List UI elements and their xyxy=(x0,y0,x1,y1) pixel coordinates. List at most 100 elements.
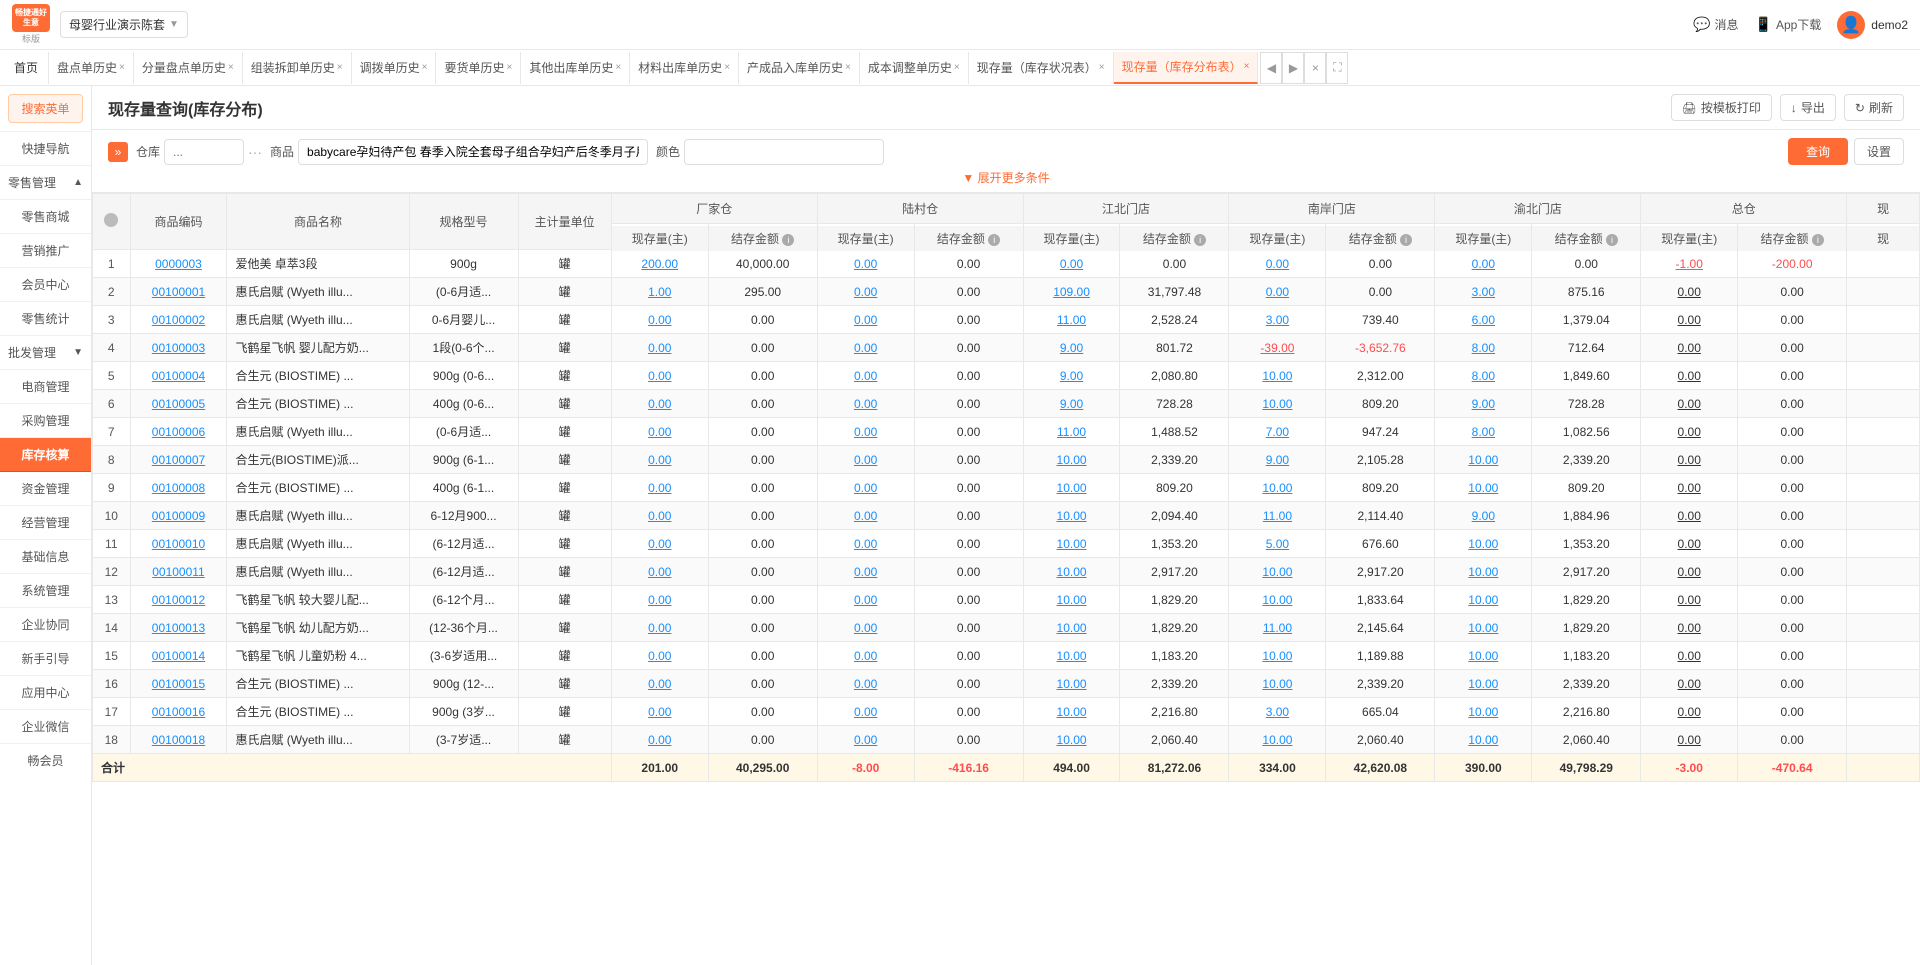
ellipsis-btn[interactable]: ··· xyxy=(248,144,262,160)
sidebar-item-guide[interactable]: 新手引导 xyxy=(0,642,91,676)
tab-item[interactable]: 材料出库单历史 × xyxy=(630,52,739,84)
query-button[interactable]: 查询 xyxy=(1788,138,1848,165)
logo-area: 畅捷通好生意 标版 xyxy=(12,4,50,45)
sidebar-item-marketing[interactable]: 营销推广 xyxy=(0,234,91,268)
message-btn[interactable]: 💬 消息 xyxy=(1693,16,1738,33)
content-area: 现存量查询(库存分布) 🖨 按模板打印 ↓ 导出 ↻ 刷新 » xyxy=(92,86,1920,965)
industry-selector[interactable]: 母婴行业演示陈套 ▼ xyxy=(60,11,188,38)
sidebar-item-purchase[interactable]: 采购管理 xyxy=(0,404,91,438)
table-row: 4 00100003 飞鹤星飞帆 婴儿配方奶... 1段(0-6个... 罐 0… xyxy=(93,334,1920,362)
tab-close-icon[interactable]: × xyxy=(1244,61,1250,72)
color-label: 颜色 xyxy=(656,143,680,160)
tab-close-icon[interactable]: × xyxy=(506,62,512,73)
sidebar-item-operations[interactable]: 经营管理 xyxy=(0,506,91,540)
warehouse-label: 仓库 xyxy=(136,143,160,160)
app-download-btn[interactable]: 📱 App下载 xyxy=(1755,16,1822,33)
tab-item[interactable]: 要货单历史 × xyxy=(436,52,521,84)
sidebar-item-finance[interactable]: 资金管理 xyxy=(0,472,91,506)
tab-nav-next[interactable]: ▶ xyxy=(1282,52,1304,84)
expand-more-btn[interactable]: ▼ 展开更多条件 xyxy=(962,171,1049,185)
tab-fullscreen[interactable]: ⛶ xyxy=(1326,52,1348,84)
quick-nav[interactable]: 快捷导航 xyxy=(0,132,91,166)
sidebar-item-collab[interactable]: 企业协同 xyxy=(0,608,91,642)
tab-close-icon[interactable]: × xyxy=(422,62,428,73)
sidebar: 搜索英单 快捷导航 零售管理▲ 零售商城 营销推广 会员中心 零售统计 批发管理… xyxy=(0,86,92,965)
sidebar-item-retail-stats[interactable]: 零售统计 xyxy=(0,302,91,336)
table-row: 13 00100012 飞鹤星飞帆 较大婴儿配... (6-12个月... 罐 … xyxy=(93,586,1920,614)
sidebar-item-basics[interactable]: 基础信息 xyxy=(0,540,91,574)
table-row: 16 00100015 合生元 (BIOSTIME) ... 900g (12-… xyxy=(93,670,1920,698)
sidebar-item-inventory[interactable]: 库存核算 xyxy=(0,438,91,472)
tab-close-icon[interactable]: × xyxy=(954,62,960,73)
logo-icon: 畅捷通好生意 xyxy=(12,4,50,32)
goods-label: 商品 xyxy=(270,143,294,160)
table-row: 8 00100007 合生元(BIOSTIME)派... 900g (6-1..… xyxy=(93,446,1920,474)
info-icon[interactable]: i xyxy=(1194,234,1206,246)
tab-close-icon[interactable]: × xyxy=(228,62,234,73)
table-row: 15 00100014 飞鹤星飞帆 儿童奶粉 4... (3-6岁适用... 罐… xyxy=(93,642,1920,670)
tab-nav-prev[interactable]: ◀ xyxy=(1260,52,1282,84)
table-row: 10 00100009 惠氏启赋 (Wyeth illu... 6-12月900… xyxy=(93,502,1920,530)
warehouse-input[interactable] xyxy=(164,139,244,165)
info-icon[interactable]: i xyxy=(1812,234,1824,246)
tab-item[interactable]: 其他出库单历史 × xyxy=(521,52,630,84)
table-row: 17 00100016 合生元 (BIOSTIME) ... 900g (3岁.… xyxy=(93,698,1920,726)
footer-row: 合计 201.00 40,295.00 -8.00 -416.16 494.00… xyxy=(93,754,1920,782)
color-input[interactable] xyxy=(684,139,884,165)
export-btn[interactable]: ↓ 导出 xyxy=(1780,94,1836,121)
tab-close-icon[interactable]: × xyxy=(337,62,343,73)
tab-item[interactable]: 组装拆卸单历史 × xyxy=(243,52,352,84)
user-area[interactable]: 👤 demo2 xyxy=(1837,11,1908,39)
table-row: 1 0000003 爱他美 卓萃3段 900g 罐 200.00 40,000.… xyxy=(93,250,1920,278)
table-row: 18 00100018 惠氏启赋 (Wyeth illu... (3-7岁适..… xyxy=(93,726,1920,754)
sidebar-item-retail-mall[interactable]: 零售商城 xyxy=(0,200,91,234)
search-bar: » 仓库 ··· 商品 颜色 查询 设置 xyxy=(92,130,1920,193)
top-bar: 畅捷通好生意 标版 母婴行业演示陈套 ▼ 💬 消息 📱 App下载 👤 demo… xyxy=(0,0,1920,50)
tab-close-icon[interactable]: × xyxy=(119,62,125,73)
sidebar-item-system[interactable]: 系统管理 xyxy=(0,574,91,608)
username: demo2 xyxy=(1871,18,1908,32)
logo-sub: 标版 xyxy=(22,32,40,45)
sidebar-item-wholesale[interactable]: 批发管理▼ xyxy=(0,336,91,370)
sidebar-item-apps[interactable]: 应用中心 xyxy=(0,676,91,710)
tab-bar: 首页 盘点单历史 × 分量盘点单历史 × 组装拆卸单历史 × 调拨单历史 × 要… xyxy=(0,50,1920,86)
tab-close-all[interactable]: × xyxy=(1304,52,1326,84)
tab-active[interactable]: 现存量（库存分布表）× xyxy=(1114,52,1259,84)
sidebar-item-member-vip[interactable]: 畅会员 xyxy=(0,744,91,777)
page-header: 现存量查询(库存分布) 🖨 按模板打印 ↓ 导出 ↻ 刷新 xyxy=(92,86,1920,130)
info-icon[interactable]: i xyxy=(988,234,1000,246)
tab-close-icon[interactable]: × xyxy=(615,62,621,73)
search-btn[interactable]: 搜索英单 xyxy=(0,86,91,132)
info-icon[interactable]: i xyxy=(782,234,794,246)
print-icon: 🖨 xyxy=(1682,101,1697,115)
tab-item[interactable]: 调拨单历史 × xyxy=(352,52,437,84)
tab-item[interactable]: 分量盘点单历史 × xyxy=(134,52,243,84)
table-row: 11 00100010 惠氏启赋 (Wyeth illu... (6-12月适.… xyxy=(93,530,1920,558)
table-row: 9 00100008 合生元 (BIOSTIME) ... 400g (6-1.… xyxy=(93,474,1920,502)
tab-close-icon[interactable]: × xyxy=(724,62,730,73)
setting-button[interactable]: 设置 xyxy=(1854,138,1904,165)
gear-icon[interactable] xyxy=(104,213,118,227)
sidebar-item-members[interactable]: 会员中心 xyxy=(0,268,91,302)
table-row: 6 00100005 合生元 (BIOSTIME) ... 400g (0-6.… xyxy=(93,390,1920,418)
orange-expand-btn[interactable]: » xyxy=(108,142,128,162)
refresh-icon: ↻ xyxy=(1855,101,1865,115)
print-btn[interactable]: 🖨 按模板打印 xyxy=(1671,94,1772,121)
table-row: 14 00100013 飞鹤星飞帆 幼儿配方奶... (12-36个月... 罐… xyxy=(93,614,1920,642)
table-row: 12 00100011 惠氏启赋 (Wyeth illu... (6-12月适.… xyxy=(93,558,1920,586)
sidebar-item-ecommerce[interactable]: 电商管理 xyxy=(0,370,91,404)
tab-close-icon[interactable]: × xyxy=(845,62,851,73)
tab-item[interactable]: 成本调整单历史 × xyxy=(860,52,969,84)
sidebar-item-wechat[interactable]: 企业微信 xyxy=(0,710,91,744)
goods-input[interactable] xyxy=(298,139,648,165)
info-icon[interactable]: i xyxy=(1400,234,1412,246)
tab-close-icon[interactable]: × xyxy=(1099,62,1105,73)
tab-item[interactable]: 盘点单历史 × xyxy=(49,52,134,84)
sidebar-item-retail-mgmt[interactable]: 零售管理▲ xyxy=(0,166,91,200)
tab-item[interactable]: 产成品入库单历史 × xyxy=(739,52,860,84)
tab-item[interactable]: 现存量（库存状况表）× xyxy=(969,52,1114,84)
export-icon: ↓ xyxy=(1791,101,1797,115)
info-icon[interactable]: i xyxy=(1606,234,1618,246)
tab-home[interactable]: 首页 xyxy=(4,52,49,84)
refresh-btn[interactable]: ↻ 刷新 xyxy=(1844,94,1904,121)
